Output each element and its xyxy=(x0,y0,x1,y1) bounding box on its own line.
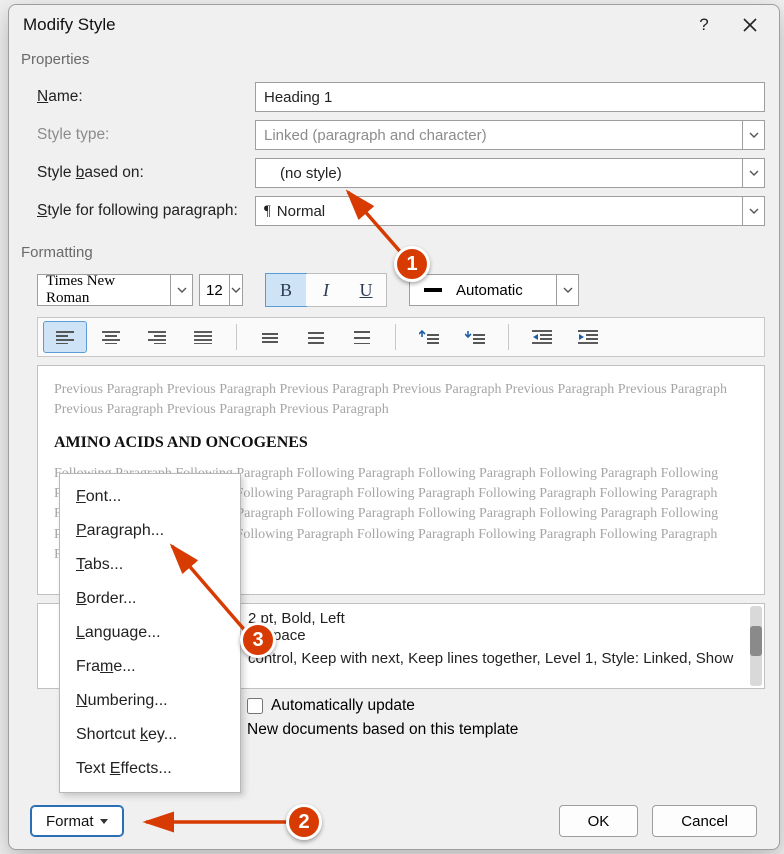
chevron-down-icon[interactable] xyxy=(556,275,578,305)
close-button[interactable] xyxy=(727,6,773,44)
menu-item-border[interactable]: Border... xyxy=(60,582,240,616)
auto-update-checkbox[interactable] xyxy=(247,698,263,714)
dialog-title: Modify Style xyxy=(23,15,681,35)
chevron-down-icon[interactable] xyxy=(742,197,764,225)
space-before-increase-button[interactable] xyxy=(407,321,451,353)
font-color-combo[interactable]: Automatic xyxy=(409,274,579,306)
decrease-indent-button[interactable] xyxy=(520,321,564,353)
menu-item-paragraph[interactable]: Paragraph... xyxy=(60,514,240,548)
separator xyxy=(236,324,237,350)
cancel-button[interactable]: Cancel xyxy=(652,805,757,837)
ok-button[interactable]: OK xyxy=(559,805,639,837)
bold-italic-underline-group: B I U xyxy=(265,273,387,307)
space-before-decrease-button[interactable] xyxy=(453,321,497,353)
based-on-label: Style based on: xyxy=(37,164,255,182)
line-spacing-1-5-button[interactable] xyxy=(294,321,338,353)
callout-2: 2 xyxy=(286,804,322,840)
pilcrow-icon: ¶ xyxy=(264,203,271,220)
underline-button[interactable]: U xyxy=(346,274,386,306)
close-icon xyxy=(743,18,757,32)
menu-item-frame[interactable]: Frame... xyxy=(60,650,240,684)
separator xyxy=(508,324,509,350)
properties-section-label: Properties xyxy=(9,45,779,72)
callout-3: 3 xyxy=(240,622,276,658)
line-spacing-1-button[interactable] xyxy=(248,321,292,353)
based-on-combo[interactable]: (no style) xyxy=(255,158,765,188)
menu-item-text-effects[interactable]: Text Effects... xyxy=(60,752,240,786)
align-justify-button[interactable] xyxy=(181,321,225,353)
separator xyxy=(395,324,396,350)
modify-style-dialog: Modify Style ? Properties Name: Heading … xyxy=(8,4,780,850)
properties-panel: Name: Heading 1 Style type: Linked (para… xyxy=(9,72,779,238)
menu-item-font[interactable]: Font... xyxy=(60,480,240,514)
help-button[interactable]: ? xyxy=(681,6,727,44)
preview-sample-text: AMINO ACIDS AND ONCOGENES xyxy=(54,431,748,454)
dialog-footer: Format OK Cancel xyxy=(9,793,779,849)
preview-previous-text: Previous Paragraph Previous Paragraph Pr… xyxy=(54,380,748,421)
format-button[interactable]: Format xyxy=(31,806,123,836)
chevron-down-icon xyxy=(742,121,764,149)
font-size-combo[interactable]: 12 xyxy=(199,274,243,306)
font-family-combo[interactable]: Times New Roman xyxy=(37,274,193,306)
menu-item-language[interactable]: Language... xyxy=(60,616,240,650)
following-label: Style for following paragraph: xyxy=(37,202,255,220)
style-type-label: Style type: xyxy=(37,126,255,144)
align-left-button[interactable] xyxy=(43,321,87,353)
menu-item-shortcut-key[interactable]: Shortcut key... xyxy=(60,718,240,752)
following-combo[interactable]: ¶Normal xyxy=(255,196,765,226)
align-center-button[interactable] xyxy=(89,321,133,353)
scrollbar-thumb[interactable] xyxy=(750,626,762,656)
new-documents-label: New documents based on this template xyxy=(247,721,765,739)
caret-down-icon xyxy=(100,819,108,824)
line-spacing-2-button[interactable] xyxy=(340,321,384,353)
callout-1: 1 xyxy=(394,246,430,282)
name-label: Name: xyxy=(37,88,255,106)
paragraph-toolbar xyxy=(37,317,765,357)
auto-update-label: Automatically update xyxy=(271,697,415,715)
name-input[interactable]: Heading 1 xyxy=(255,82,765,112)
chevron-down-icon[interactable] xyxy=(229,275,242,305)
format-menu: Font... Paragraph... Tabs... Border... L… xyxy=(59,473,241,793)
increase-indent-button[interactable] xyxy=(566,321,610,353)
style-type-combo: Linked (paragraph and character) xyxy=(255,120,765,150)
chevron-down-icon[interactable] xyxy=(170,275,192,305)
align-right-button[interactable] xyxy=(135,321,179,353)
titlebar: Modify Style ? xyxy=(9,5,779,45)
bold-button[interactable]: B xyxy=(266,274,306,306)
italic-button[interactable]: I xyxy=(306,274,346,306)
menu-item-tabs[interactable]: Tabs... xyxy=(60,548,240,582)
color-swatch-icon xyxy=(424,288,442,292)
menu-item-numbering[interactable]: Numbering... xyxy=(60,684,240,718)
chevron-down-icon[interactable] xyxy=(742,159,764,187)
